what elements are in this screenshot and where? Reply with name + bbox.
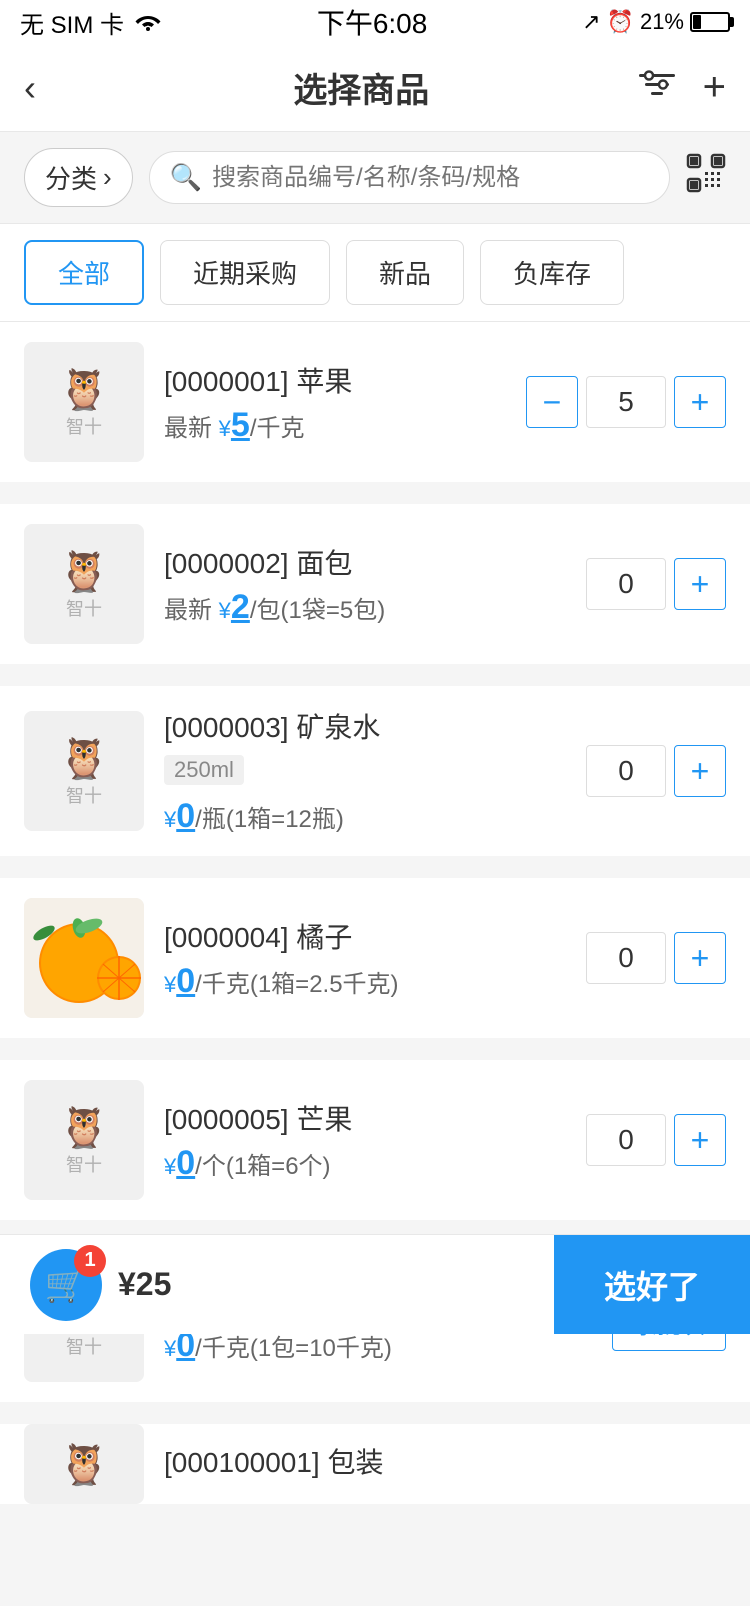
product-info-4: [0000004] 橘子 ¥0/千克(1箱=2.5千克): [164, 916, 566, 1001]
divider-6: [0, 1404, 750, 1424]
product-item-1: 🦉 智十 [0000001] 苹果 最新 ¥5/千克 − +: [0, 322, 750, 482]
product-info-3: [0000003] 矿泉水 250ml ¥0/瓶(1箱=12瓶): [164, 706, 566, 836]
tab-negative-stock[interactable]: 负库存: [480, 240, 624, 305]
category-button[interactable]: 分类 ›: [24, 148, 133, 207]
status-time: 下午6:08: [317, 2, 428, 42]
quantity-input-3[interactable]: [586, 745, 666, 797]
bottom-spacer: [0, 1506, 750, 1606]
wifi-icon: [134, 12, 162, 32]
quantity-control-5: +: [586, 1114, 726, 1166]
search-icon: 🔍: [170, 162, 202, 193]
nav-bar: ‹ 选择商品 +: [0, 44, 750, 132]
page-title: 选择商品: [293, 63, 429, 112]
product-list: 🦉 智十 [0000001] 苹果 最新 ¥5/千克 − + 🦉 智十: [0, 322, 750, 1606]
divider-4: [0, 1040, 750, 1060]
status-bar: 无 SIM 卡 下午6:08 ↗ ⏰ 21%: [0, 0, 750, 44]
quantity-control-4: +: [586, 932, 726, 984]
search-input[interactable]: [212, 164, 649, 192]
battery-icon: [690, 12, 730, 32]
search-box: 🔍: [149, 151, 670, 204]
toolbar: 分类 › 🔍: [0, 132, 750, 224]
divider-3: [0, 858, 750, 878]
quantity-control-3: +: [586, 745, 726, 797]
status-indicators: ↗ ⏰ 21%: [582, 9, 730, 35]
battery-level: 21%: [640, 9, 684, 35]
product-image-5: 🦉 智十: [24, 1080, 144, 1200]
increase-button-3[interactable]: +: [674, 745, 726, 797]
status-carrier: 无 SIM 卡: [20, 5, 162, 40]
quantity-input-1[interactable]: [586, 376, 666, 428]
brand-owl-icon-3: 🦉: [59, 735, 109, 782]
location-icon: ↗: [582, 9, 600, 35]
cart-badge: 1: [74, 1245, 106, 1277]
product-image-2: 🦉 智十: [24, 524, 144, 644]
product-image-3: 🦉 智十: [24, 711, 144, 831]
category-label: 分类: [45, 159, 97, 196]
product-image-7: 🦉: [24, 1424, 144, 1504]
product-info-7: [000100001] 包装: [164, 1441, 726, 1487]
product-image-1: 🦉 智十: [24, 342, 144, 462]
filter-icon-svg: [639, 70, 675, 100]
quantity-control-2: +: [586, 558, 726, 610]
quantity-control-1: − +: [526, 376, 726, 428]
product-item-2: 🦉 智十 [0000002] 面包 最新 ¥2/包(1袋=5包) +: [0, 504, 750, 664]
increase-button-4[interactable]: +: [674, 932, 726, 984]
increase-button-5[interactable]: +: [674, 1114, 726, 1166]
cart-total: ¥25: [118, 1266, 171, 1303]
cart-button[interactable]: 🛒 1: [30, 1249, 102, 1321]
decrease-button-1[interactable]: −: [526, 376, 578, 428]
brand-owl-icon-2: 🦉: [59, 548, 109, 595]
orange-image-svg: [24, 898, 144, 1018]
increase-button-1[interactable]: +: [674, 376, 726, 428]
chevron-right-icon: ›: [103, 162, 112, 193]
brand-owl-icon-5: 🦉: [59, 1104, 109, 1151]
product-image-4: [24, 898, 144, 1018]
product-item-5: 🦉 智十 [0000005] 芒果 ¥0/个(1箱=6个) +: [0, 1060, 750, 1220]
filter-icon[interactable]: [639, 67, 675, 109]
quantity-input-5[interactable]: [586, 1114, 666, 1166]
product-item-3: 🦉 智十 [0000003] 矿泉水 250ml ¥0/瓶(1箱=12瓶) +: [0, 686, 750, 856]
product-info-5: [0000005] 芒果 ¥0/个(1箱=6个): [164, 1098, 566, 1183]
back-button[interactable]: ‹: [24, 67, 84, 109]
cart-section: 🛒 1 ¥25: [0, 1249, 554, 1321]
brand-owl-icon-7: 🦉: [59, 1441, 109, 1488]
quantity-input-2[interactable]: [586, 558, 666, 610]
divider-1: [0, 484, 750, 504]
tab-recent[interactable]: 近期采购: [160, 240, 330, 305]
filter-tabs: 全部 近期采购 新品 负库存: [0, 224, 750, 322]
brand-owl-icon: 🦉: [59, 366, 109, 413]
add-button[interactable]: +: [703, 65, 726, 110]
nav-actions: +: [639, 65, 726, 110]
product-item-7: 🦉 [000100001] 包装: [0, 1424, 750, 1504]
product-info-2: [0000002] 面包 最新 ¥2/包(1袋=5包): [164, 542, 566, 627]
quantity-input-4[interactable]: [586, 932, 666, 984]
divider-2: [0, 666, 750, 686]
bottom-bar: 🛒 1 ¥25 选好了: [0, 1234, 750, 1334]
scan-icon[interactable]: [686, 153, 726, 202]
confirm-button[interactable]: 选好了: [554, 1235, 750, 1334]
tab-new[interactable]: 新品: [346, 240, 464, 305]
tab-all[interactable]: 全部: [24, 240, 144, 305]
increase-button-2[interactable]: +: [674, 558, 726, 610]
product-item-4: [0000004] 橘子 ¥0/千克(1箱=2.5千克) +: [0, 878, 750, 1038]
product-info-1: [0000001] 苹果 最新 ¥5/千克: [164, 360, 506, 445]
alarm-icon: ⏰: [607, 9, 634, 35]
